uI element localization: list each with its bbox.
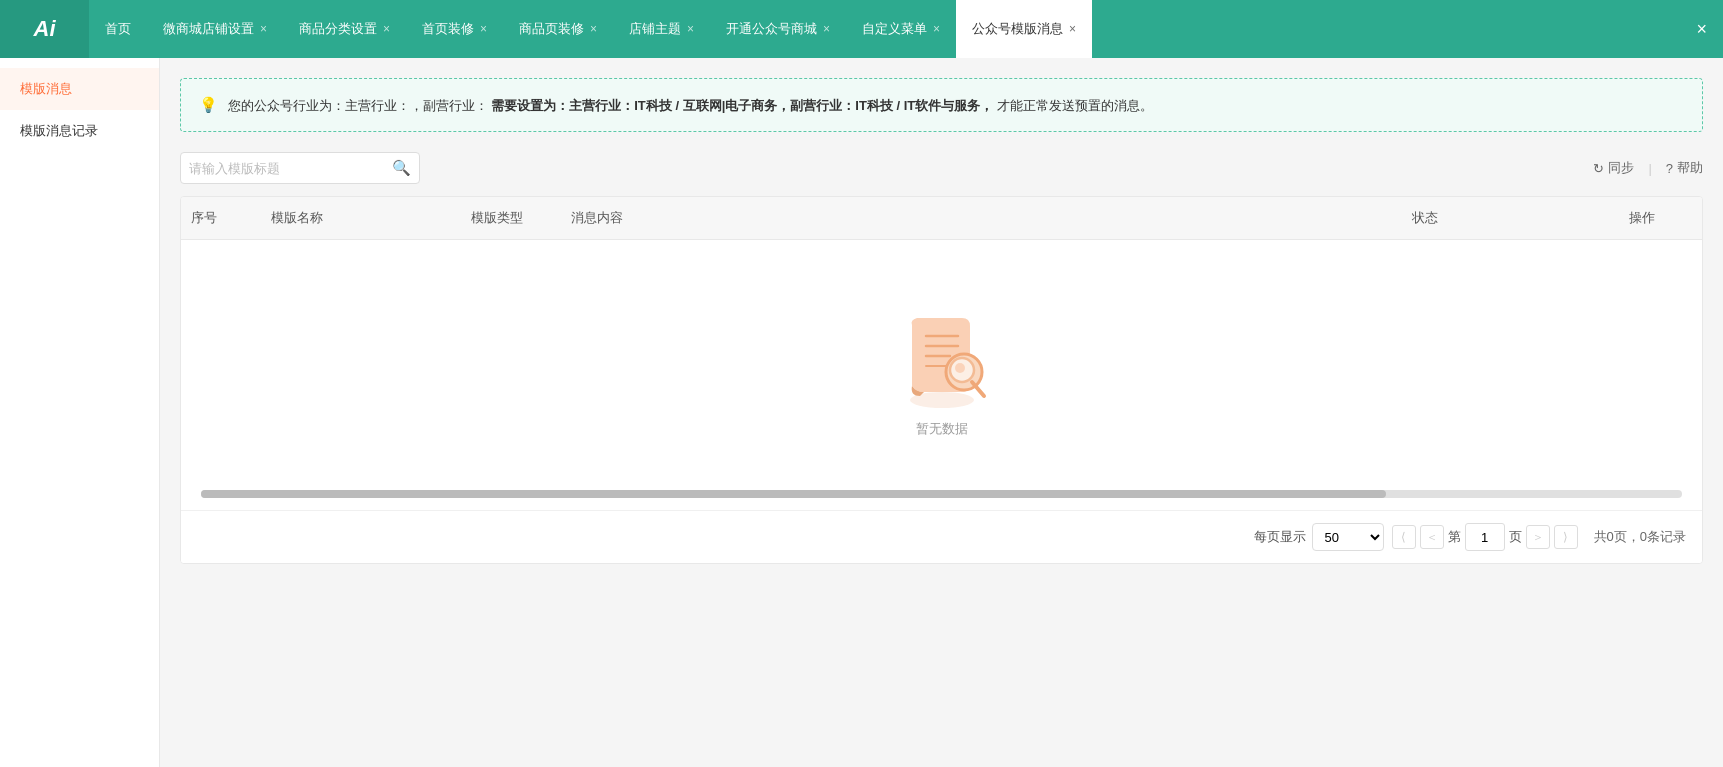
page-label-before: 第 bbox=[1448, 528, 1461, 546]
toolbar-right: ↻ 同步 | ? 帮助 bbox=[1593, 159, 1703, 177]
sync-icon: ↻ bbox=[1593, 161, 1604, 176]
close-tab-template-message[interactable]: × bbox=[1069, 22, 1076, 36]
scrollbar-thumb bbox=[201, 490, 1386, 498]
top-nav: Ai 首页微商城店铺设置×商品分类设置×首页装修×商品页装修×店铺主题×开通公众… bbox=[0, 0, 1723, 58]
page-size-wrap: 每页显示 50 10 20 100 bbox=[1254, 523, 1384, 551]
page-label-after: 页 bbox=[1509, 528, 1522, 546]
nav-tab-category-settings[interactable]: 商品分类设置× bbox=[283, 0, 406, 58]
nav-tab-open-wechat-mall[interactable]: 开通公众号商城× bbox=[710, 0, 846, 58]
nav-tab-shop-settings[interactable]: 微商城店铺设置× bbox=[147, 0, 283, 58]
empty-text: 暂无数据 bbox=[916, 420, 968, 438]
table-header: 序号 模版名称 模版类型 消息内容 状态 操作 bbox=[181, 197, 1702, 240]
close-tab-custom-menu[interactable]: × bbox=[933, 22, 940, 36]
notice-highlight: 需要设置为：主营行业：IT科技 / 互联网|电子商务，副营行业：IT科技 / I… bbox=[491, 98, 993, 113]
notice-icon: 💡 bbox=[199, 96, 218, 113]
next-page-button[interactable]: ＞ bbox=[1526, 525, 1550, 549]
scrollbar-wrap bbox=[181, 478, 1702, 510]
col-header-content: 消息内容 bbox=[561, 197, 1402, 239]
nav-tab-product-decoration[interactable]: 商品页装修× bbox=[503, 0, 613, 58]
close-tab-open-wechat-mall[interactable]: × bbox=[823, 22, 830, 36]
sidebar-item-template-message[interactable]: 模版消息 bbox=[0, 68, 159, 110]
page-total: 共0页，0条记录 bbox=[1594, 528, 1686, 546]
main-layout: 模版消息模版消息记录 💡 您的公众号行业为：主营行业：，副营行业： 需要设置为：… bbox=[0, 58, 1723, 767]
help-label: 帮助 bbox=[1677, 159, 1703, 177]
svg-point-8 bbox=[955, 363, 965, 373]
notice-box: 💡 您的公众号行业为：主营行业：，副营行业： 需要设置为：主营行业：IT科技 /… bbox=[180, 78, 1703, 132]
help-button[interactable]: ? 帮助 bbox=[1666, 159, 1703, 177]
nav-tab-home-decoration[interactable]: 首页装修× bbox=[406, 0, 503, 58]
col-header-status: 状态 bbox=[1402, 197, 1582, 239]
help-icon: ? bbox=[1666, 161, 1673, 176]
page-size-label: 每页显示 bbox=[1254, 528, 1306, 546]
close-all-button[interactable]: × bbox=[1680, 0, 1723, 58]
nav-tab-shop-theme[interactable]: 店铺主题× bbox=[613, 0, 710, 58]
close-tab-home-decoration[interactable]: × bbox=[480, 22, 487, 36]
close-tab-shop-settings[interactable]: × bbox=[260, 22, 267, 36]
nav-tab-template-message[interactable]: 公众号模版消息× bbox=[956, 0, 1092, 58]
empty-state: 暂无数据 bbox=[181, 240, 1702, 478]
empty-illustration bbox=[882, 300, 1002, 420]
sync-label: 同步 bbox=[1608, 159, 1634, 177]
data-table: 序号 模版名称 模版类型 消息内容 状态 操作 bbox=[180, 196, 1703, 564]
page-size-select[interactable]: 50 10 20 100 bbox=[1312, 523, 1384, 551]
sync-button[interactable]: ↻ 同步 bbox=[1593, 159, 1634, 177]
search-button[interactable]: 🔍 bbox=[392, 159, 411, 177]
nav-tabs: 首页微商城店铺设置×商品分类设置×首页装修×商品页装修×店铺主题×开通公众号商城… bbox=[89, 0, 1680, 58]
horizontal-scrollbar[interactable] bbox=[201, 490, 1682, 498]
close-tab-shop-theme[interactable]: × bbox=[687, 22, 694, 36]
col-header-name: 模版名称 bbox=[261, 197, 461, 239]
sidebar-item-template-message-log[interactable]: 模版消息记录 bbox=[0, 110, 159, 152]
close-tab-product-decoration[interactable]: × bbox=[590, 22, 597, 36]
prev-page-button[interactable]: ＜ bbox=[1420, 525, 1444, 549]
content-area: 💡 您的公众号行业为：主营行业：，副营行业： 需要设置为：主营行业：IT科技 /… bbox=[160, 58, 1723, 767]
col-header-no: 序号 bbox=[181, 197, 261, 239]
col-header-action: 操作 bbox=[1582, 197, 1702, 239]
nav-tab-home[interactable]: 首页 bbox=[89, 0, 147, 58]
notice-text-prefix: 您的公众号行业为：主营行业：，副营行业： bbox=[228, 98, 488, 113]
search-input[interactable] bbox=[189, 161, 392, 176]
search-input-wrap: 🔍 bbox=[180, 152, 420, 184]
close-tab-category-settings[interactable]: × bbox=[383, 22, 390, 36]
last-page-button[interactable]: ⟩ bbox=[1554, 525, 1578, 549]
pagination: 每页显示 50 10 20 100 ⟨ ＜ 第 页 ＞ ⟩ bbox=[181, 510, 1702, 563]
search-bar: 🔍 ↻ 同步 | ? 帮助 bbox=[180, 152, 1703, 184]
col-header-type: 模版类型 bbox=[461, 197, 561, 239]
sidebar: 模版消息模版消息记录 bbox=[0, 58, 160, 767]
divider: | bbox=[1648, 161, 1651, 176]
nav-tab-custom-menu[interactable]: 自定义菜单× bbox=[846, 0, 956, 58]
current-page-input[interactable] bbox=[1465, 523, 1505, 551]
page-nav: ⟨ ＜ 第 页 ＞ ⟩ bbox=[1392, 523, 1578, 551]
first-page-button[interactable]: ⟨ bbox=[1392, 525, 1416, 549]
notice-text-suffix: 才能正常发送预置的消息。 bbox=[997, 98, 1153, 113]
app-logo: Ai bbox=[0, 0, 89, 58]
